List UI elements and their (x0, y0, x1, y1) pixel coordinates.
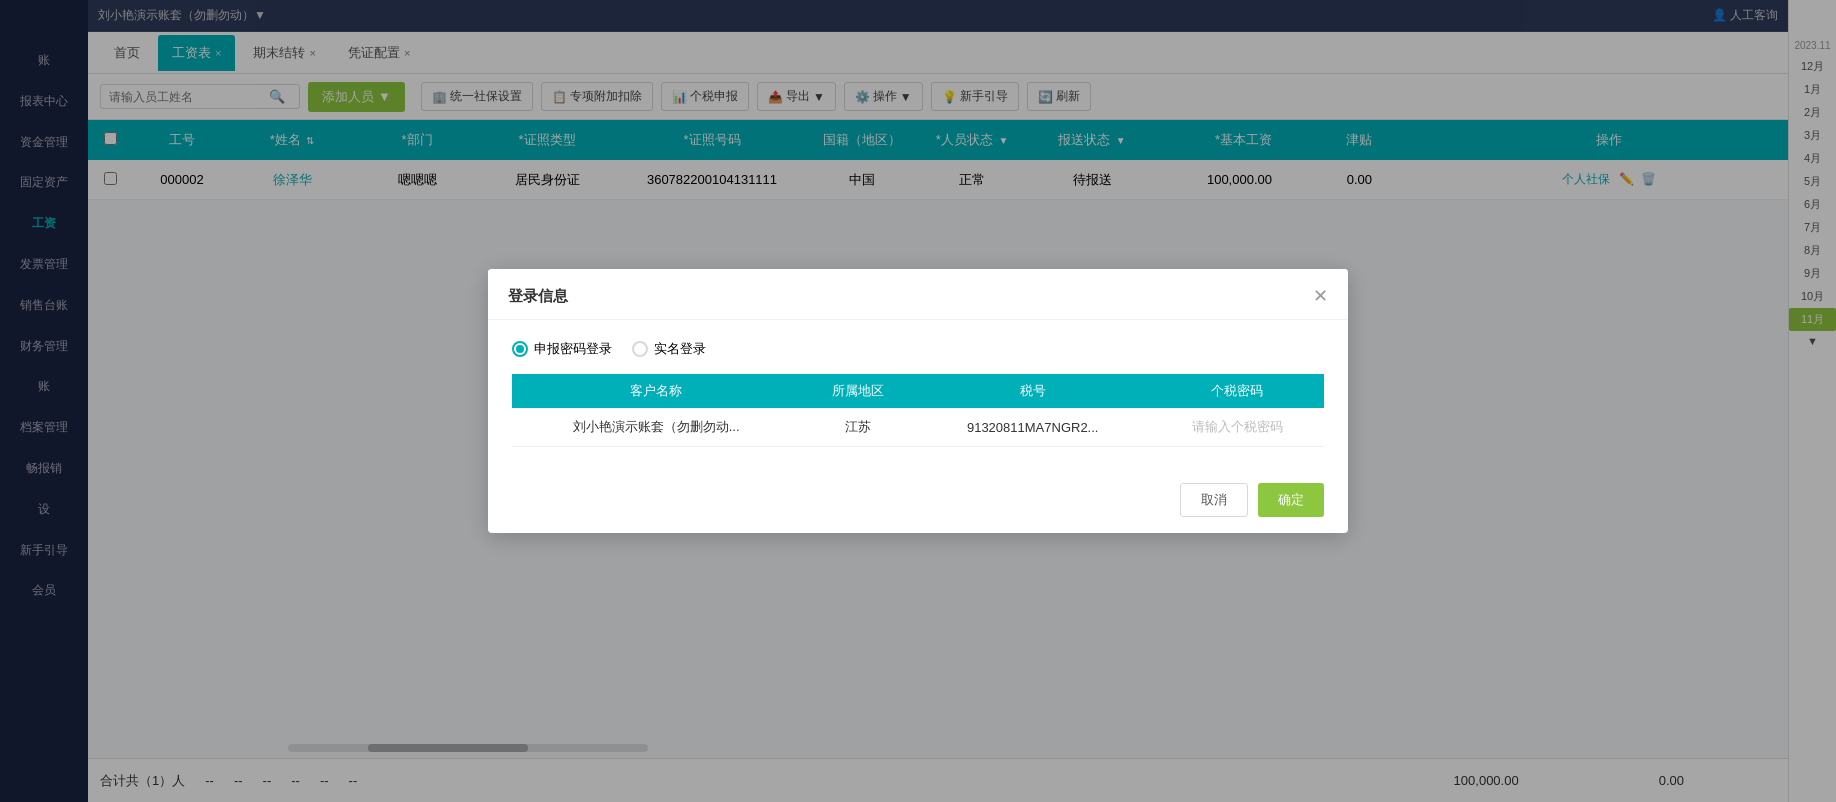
radio-password-login[interactable]: 申报密码登录 (512, 340, 612, 358)
radio-realname-indicator (632, 341, 648, 357)
modal-overlay: 登录信息 ✕ 申报密码登录 实名登录 客户名称 所属 (0, 0, 1836, 802)
tax-password-cell[interactable]: 请输入个税密码 (1150, 408, 1324, 447)
dialog-close-button[interactable]: ✕ (1313, 285, 1328, 307)
client-name-cell: 刘小艳演示账套（勿删勿动... (512, 408, 800, 447)
login-type-radio-group: 申报密码登录 实名登录 (512, 340, 1324, 358)
region-cell: 江苏 (800, 408, 915, 447)
password-col-header: 个税密码 (1150, 374, 1324, 408)
taxno-col-header: 税号 (915, 374, 1150, 408)
taxno-cell: 91320811MA7NGR2... (915, 408, 1150, 447)
radio-password-indicator (512, 341, 528, 357)
dialog-title: 登录信息 (508, 287, 568, 306)
confirm-button[interactable]: 确定 (1258, 483, 1324, 517)
radio-realname-login[interactable]: 实名登录 (632, 340, 706, 358)
dialog-footer: 取消 确定 (488, 467, 1348, 533)
client-table: 客户名称 所属地区 税号 个税密码 刘小艳演示账套（勿删勿动... 江苏 913… (512, 374, 1324, 447)
cancel-button[interactable]: 取消 (1180, 483, 1248, 517)
dialog-header: 登录信息 ✕ (488, 269, 1348, 320)
login-dialog: 登录信息 ✕ 申报密码登录 实名登录 客户名称 所属 (488, 269, 1348, 533)
region-col-header: 所属地区 (800, 374, 915, 408)
client-col-header: 客户名称 (512, 374, 800, 408)
client-table-row: 刘小艳演示账套（勿删勿动... 江苏 91320811MA7NGR2... 请输… (512, 408, 1324, 447)
dialog-body: 申报密码登录 实名登录 客户名称 所属地区 税号 个税密码 (488, 320, 1348, 467)
